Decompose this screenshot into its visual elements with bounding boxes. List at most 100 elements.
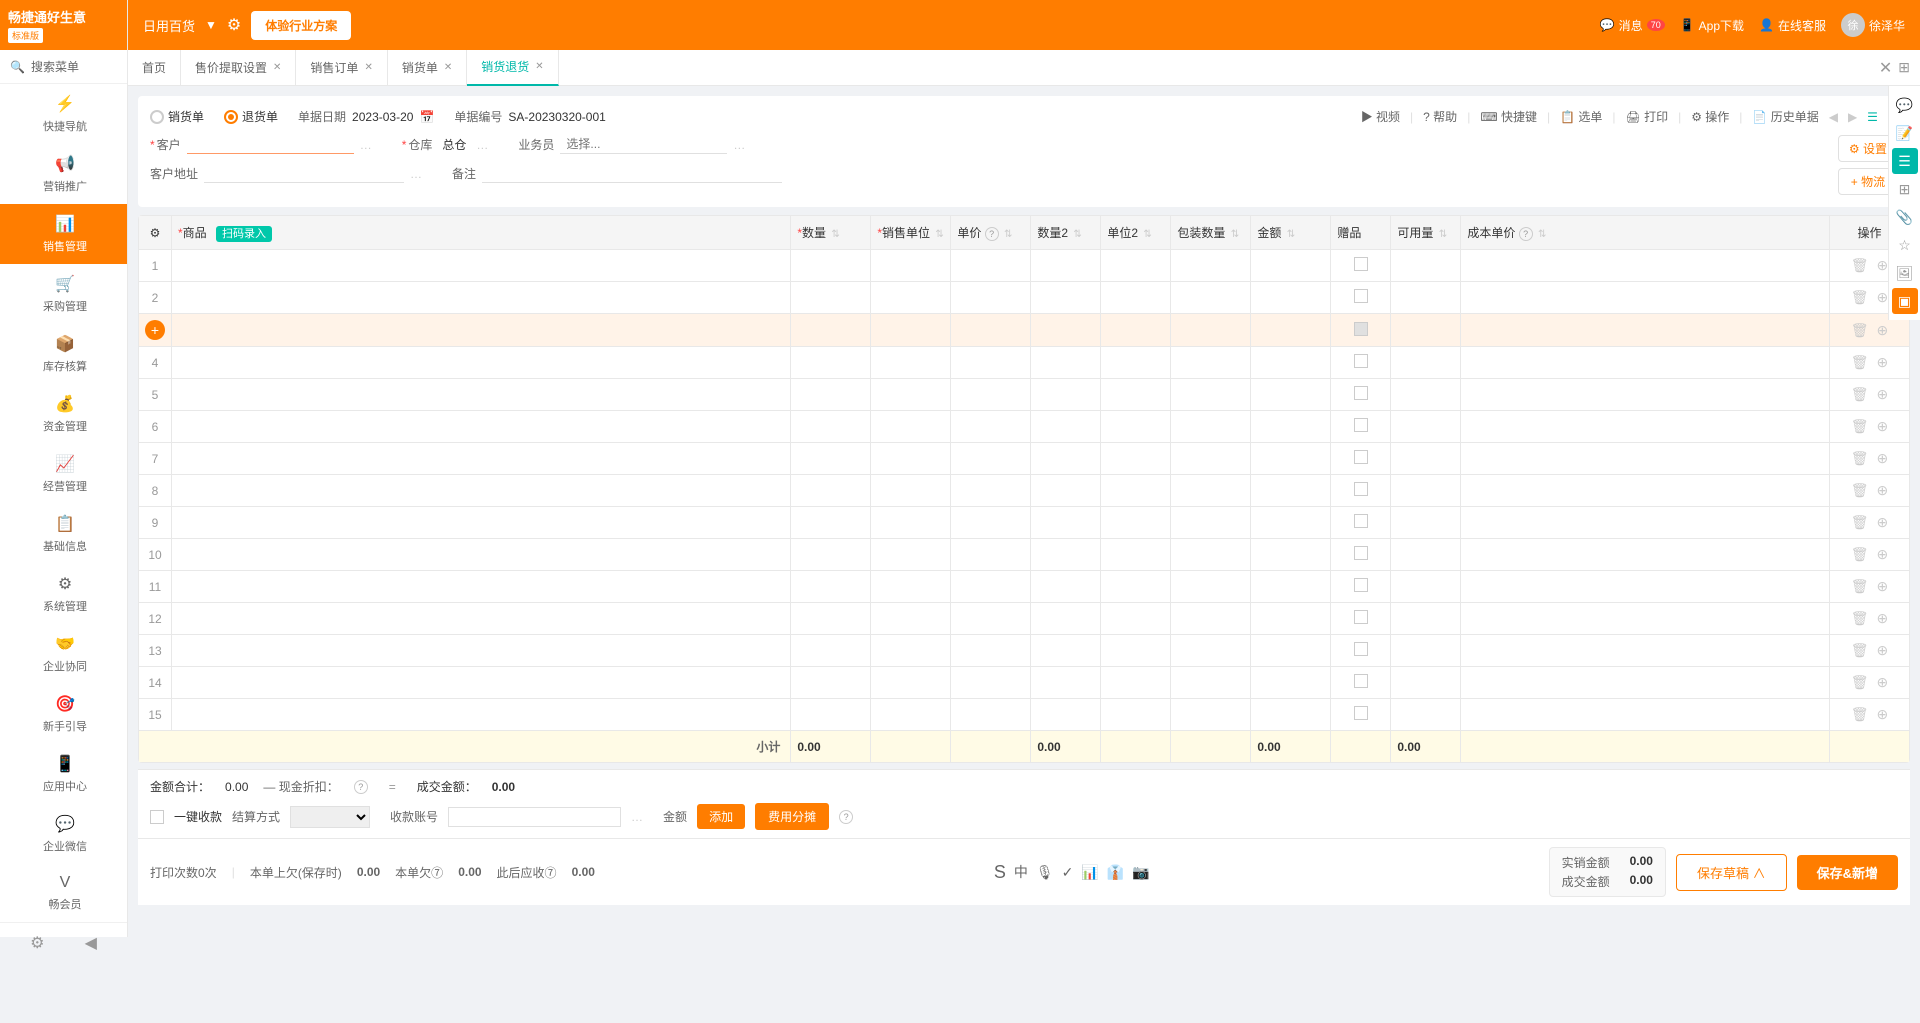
row-quantity2[interactable] [1031,250,1101,282]
copy-row-btn[interactable]: ⊕ [1877,289,1889,306]
row-amount[interactable] [1251,282,1331,314]
row-available[interactable] [1391,250,1461,282]
sidebar-search[interactable]: 🔍 搜索菜单 [0,50,127,84]
right-tool-notes[interactable]: 📝 [1892,120,1918,146]
toolbar-list-view[interactable]: ☰ [1867,110,1878,124]
gift-checkbox[interactable] [1354,642,1368,656]
row-unit2[interactable] [1101,250,1171,282]
salesperson-picker[interactable]: … [733,138,745,152]
row-amount[interactable] [1251,314,1331,347]
toolbar-select[interactable]: 📋 选单 [1560,108,1602,125]
address-picker[interactable]: … [410,167,422,181]
right-tool-messages[interactable]: 💬 [1892,92,1918,118]
row-quantity2[interactable] [1031,314,1101,347]
row-cost-unit[interactable] [1461,314,1830,347]
gift-checkbox[interactable] [1354,257,1368,271]
right-tool-attach[interactable]: 📎 [1892,204,1918,230]
right-tool-image[interactable]: 🖼 [1892,260,1918,286]
toolbar-video[interactable]: ▶ 视频 [1361,108,1400,125]
copy-row-btn[interactable]: ⊕ [1877,546,1889,563]
address-input[interactable] [204,164,404,183]
delete-row-btn[interactable]: 🗑 [1851,706,1869,723]
sidebar-item-purchase[interactable]: 🛒 采购管理 [0,264,127,324]
gift-checkbox[interactable] [1354,482,1368,496]
row-available[interactable] [1391,282,1461,314]
salesperson-input[interactable] [560,135,727,154]
tab-sales-order[interactable]: 销售订单 ✕ [296,50,387,86]
trial-button[interactable]: 体验行业方案 [251,11,351,40]
calendar-icon[interactable]: 📅 [419,110,434,124]
copy-row-btn[interactable]: ⊕ [1877,610,1889,627]
sidebar-item-shortcut[interactable]: ⚡ 快捷导航 [0,84,127,144]
sort-available[interactable]: ⇅ [1439,229,1447,240]
delete-row-btn[interactable]: 🗑 [1851,418,1869,435]
row-quantity[interactable] [791,250,871,282]
sort-amount[interactable]: ⇅ [1287,229,1295,240]
delete-row-btn[interactable]: 🗑 [1851,322,1869,339]
row-pack-qty[interactable] [1171,314,1251,347]
gift-checkbox[interactable] [1354,610,1368,624]
copy-row-btn[interactable]: ⊕ [1877,674,1889,691]
col-settings[interactable]: ⚙ [139,216,172,250]
right-tool-orange[interactable]: ▣ [1892,288,1918,314]
add-payment-button[interactable]: 添加 [697,804,745,829]
sidebar-item-basic[interactable]: 📋 基础信息 [0,504,127,564]
row-unit-price[interactable] [951,314,1031,347]
delete-row-btn[interactable]: 🗑 [1851,386,1869,403]
copy-row-btn[interactable]: ⊕ [1877,354,1889,371]
row-quantity[interactable] [791,314,871,347]
gift-checkbox[interactable] [1354,578,1368,592]
sort-quantity2[interactable]: ⇅ [1073,229,1081,240]
sidebar-item-sales[interactable]: 📊 销售管理 [0,204,127,264]
sidebar-item-system[interactable]: ⚙ 系统管理 [0,564,127,624]
app-download-button[interactable]: 📱 App下载 [1680,17,1744,34]
row-available[interactable] [1391,314,1461,347]
copy-row-btn[interactable]: ⊕ [1877,642,1889,659]
row-sales-unit[interactable] [871,282,951,314]
delete-row-btn[interactable]: 🗑 [1851,674,1869,691]
discount-info[interactable]: ? [354,780,368,794]
gift-checkbox[interactable] [1354,546,1368,560]
copy-row-btn[interactable]: ⊕ [1877,418,1889,435]
add-row-button[interactable]: + [145,320,165,340]
sidebar-item-wechat[interactable]: 💬 企业微信 [0,804,127,864]
row-unit2[interactable] [1101,282,1171,314]
gift-checkbox[interactable] [1354,322,1368,336]
sidebar-item-marketing[interactable]: 📢 营销推广 [0,144,127,204]
sidebar-item-inventory[interactable]: 📦 库存核算 [0,324,127,384]
tab-menu[interactable]: ⊞ [1898,59,1910,76]
customer-picker[interactable]: … [360,138,372,152]
scan-btn[interactable]: 扫码录入 [216,226,272,242]
tab-close-all[interactable]: ✕ [1879,58,1892,78]
unit-price-info-icon[interactable]: ? [985,227,999,241]
sidebar-item-member[interactable]: V 畅会员 [0,864,127,922]
row-product[interactable] [172,282,791,314]
row-unit-price[interactable] [951,250,1031,282]
tab-sales-order-close[interactable]: ✕ [364,62,372,73]
account-dots[interactable]: … [631,810,643,824]
toolbar-shortcut[interactable]: ⌨ 快捷键 [1480,108,1537,125]
tab-price-setting-close[interactable]: ✕ [273,62,281,73]
toolbar-print[interactable]: 🖨 打印 [1626,108,1669,125]
gift-checkbox[interactable] [1354,450,1368,464]
account-input[interactable] [448,807,621,827]
online-service-button[interactable]: 👤 在线客服 [1759,17,1826,34]
copy-row-btn[interactable]: ⊕ [1877,706,1889,723]
fee-info-icon[interactable]: ? [839,810,853,824]
radio-return[interactable]: 退货单 [224,108,278,125]
toolbar-history[interactable]: 📄 历史单据 [1752,108,1818,125]
row-product[interactable] [172,314,791,347]
toolbar-nav-prev[interactable]: ◀ [1829,110,1838,124]
row-pack-qty[interactable] [1171,282,1251,314]
sidebar-item-newguide[interactable]: 🎯 新手引导 [0,684,127,744]
row-cost-unit[interactable] [1461,250,1830,282]
toolbar-operate[interactable]: ⚙ 操作 [1691,108,1729,125]
cost-unit-info-icon[interactable]: ? [1519,227,1533,241]
delete-row-btn[interactable]: 🗑 [1851,450,1869,467]
tab-home[interactable]: 首页 [128,50,181,86]
copy-row-btn[interactable]: ⊕ [1877,450,1889,467]
sidebar-item-enterprise[interactable]: 🤝 企业协同 [0,624,127,684]
row-sales-unit[interactable] [871,250,951,282]
delete-row-btn[interactable]: 🗑 [1851,482,1869,499]
row-amount[interactable] [1251,250,1331,282]
